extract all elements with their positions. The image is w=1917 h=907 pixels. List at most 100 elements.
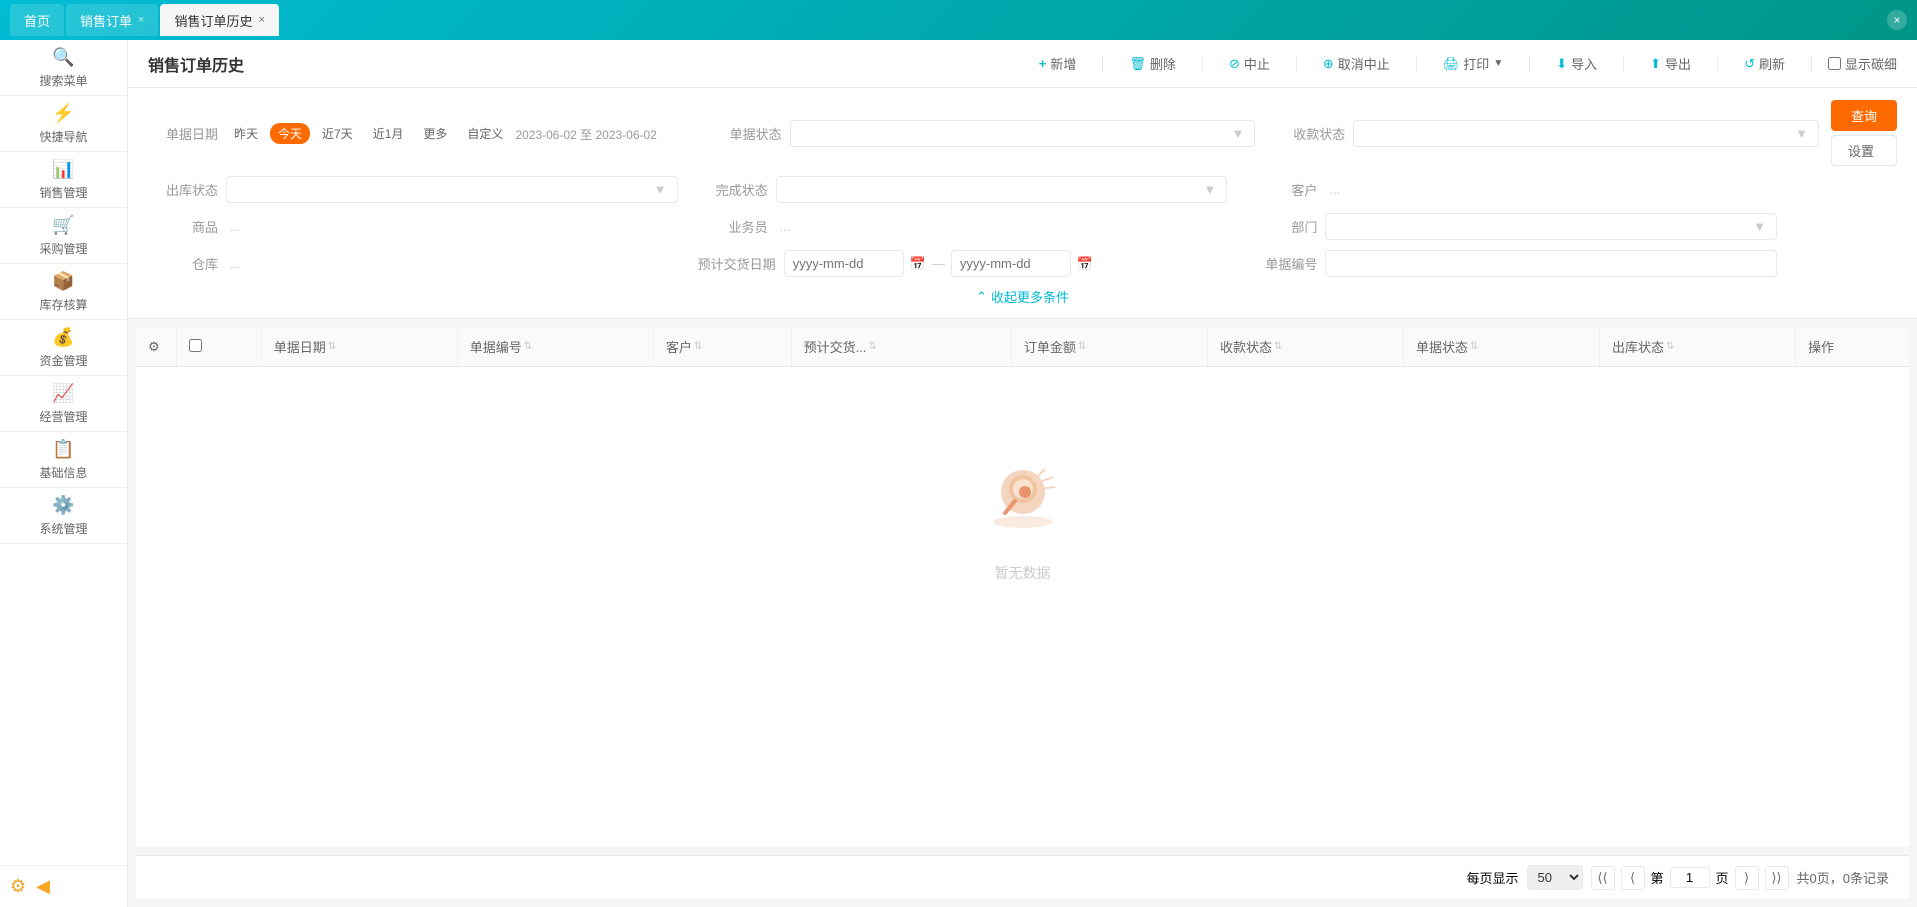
query-button[interactable]: 查询 bbox=[1831, 100, 1897, 131]
sidebar-item-basic-info[interactable]: 📋 基础信息 bbox=[0, 432, 127, 488]
salesperson-label: 业务员 bbox=[698, 217, 768, 236]
sidebar-item-sales[interactable]: 📊 销售管理 bbox=[0, 152, 127, 208]
settings-bottom-icon[interactable]: ⚙ bbox=[10, 876, 26, 897]
sidebar-item-operations[interactable]: 📈 经营管理 bbox=[0, 376, 127, 432]
add-icon: + bbox=[1039, 56, 1047, 71]
print-button[interactable]: 🖨 打印 ▼ bbox=[1433, 49, 1513, 78]
payment-status-select[interactable]: ▼ bbox=[1353, 120, 1819, 147]
th-outbound-status[interactable]: 出库状态 ⇅ bbox=[1600, 327, 1796, 367]
th-customer[interactable]: 客户 ⇅ bbox=[653, 327, 791, 367]
sort-delivery-date-icon: ⇅ bbox=[868, 341, 876, 352]
department-value: ▼ bbox=[1325, 213, 1777, 240]
delete-icon: 🗑 bbox=[1129, 56, 1146, 72]
delivery-date-end[interactable] bbox=[951, 250, 1071, 277]
outbound-select[interactable]: ▼ bbox=[226, 176, 678, 203]
tab-sales-order[interactable]: 销售订单 × bbox=[66, 4, 158, 36]
delivery-date-value: 📅 — 📅 bbox=[784, 250, 1228, 277]
th-order-amount-label: 订单金额 bbox=[1024, 337, 1076, 356]
complete-status-select[interactable]: ▼ bbox=[776, 176, 1228, 203]
quicknav-icon: ⚡ bbox=[52, 103, 74, 124]
prev-page-button[interactable]: ⟨ bbox=[1621, 866, 1645, 890]
outbound-label: 出库状态 bbox=[148, 180, 218, 199]
th-payment-status-label: 收款状态 bbox=[1220, 337, 1272, 356]
th-doc-date-label: 单据日期 bbox=[274, 337, 326, 356]
import-button[interactable]: ⬇ 导入 bbox=[1546, 49, 1607, 78]
divider-2 bbox=[1202, 56, 1203, 72]
sidebar-item-purchase[interactable]: 🛒 采购管理 bbox=[0, 208, 127, 264]
sidebar-item-search[interactable]: 🔍 搜索菜单 bbox=[0, 40, 127, 96]
page-size-select[interactable]: 50 100 200 bbox=[1527, 865, 1583, 890]
warehouse-ellipsis[interactable]: ... bbox=[226, 256, 245, 271]
settings-gear-col[interactable]: ⚙ bbox=[136, 327, 176, 367]
next-page-button[interactable]: ⟩ bbox=[1735, 866, 1759, 890]
display-col-checkbox[interactable] bbox=[1828, 57, 1841, 70]
filter-group-order-status: 单据状态 ▼ bbox=[712, 120, 1256, 147]
setting-label: 设置 bbox=[1848, 141, 1874, 160]
date-tab-1month[interactable]: 近1月 bbox=[365, 123, 412, 144]
customer-ellipsis[interactable]: ... bbox=[1325, 182, 1344, 197]
outbound-value: ▼ bbox=[226, 176, 678, 203]
th-payment-status[interactable]: 收款状态 ⇅ bbox=[1207, 327, 1403, 367]
doc-number-input[interactable] bbox=[1325, 250, 1777, 277]
th-outbound-status-label: 出库状态 bbox=[1612, 337, 1664, 356]
product-ellipsis[interactable]: ... bbox=[226, 219, 245, 234]
export-icon: ⬆ bbox=[1650, 56, 1661, 72]
sidebar-item-system[interactable]: ⚙️ 系统管理 bbox=[0, 488, 127, 544]
date-tab-yesterday[interactable]: 昨天 bbox=[226, 123, 266, 144]
collapse-sidebar-icon[interactable]: ◀ bbox=[36, 876, 50, 897]
tab-sales-history[interactable]: 销售订单历史 × bbox=[160, 4, 278, 36]
divider-6 bbox=[1623, 56, 1624, 72]
payment-status-value: ▼ bbox=[1353, 120, 1819, 147]
th-doc-status[interactable]: 单据状态 ⇅ bbox=[1404, 327, 1600, 367]
complete-status-label: 完成状态 bbox=[698, 180, 768, 199]
date-tab-custom[interactable]: 自定义 bbox=[459, 123, 511, 144]
calendar-start-icon[interactable]: 📅 bbox=[910, 256, 926, 272]
th-operations: 操作 bbox=[1796, 327, 1909, 367]
refresh-button[interactable]: ↺ 刷新 bbox=[1734, 49, 1795, 78]
tab-sales-order-close[interactable]: × bbox=[138, 14, 144, 26]
add-button[interactable]: + 新增 bbox=[1029, 49, 1087, 78]
sidebar-item-quicknav[interactable]: ⚡ 快捷导航 bbox=[0, 96, 127, 152]
calendar-end-icon[interactable]: 📅 bbox=[1077, 256, 1093, 272]
first-page-button[interactable]: ⟨⟨ bbox=[1591, 866, 1615, 890]
display-col-toggle[interactable]: 显示碳细 bbox=[1828, 54, 1897, 73]
setting-button[interactable]: 设置 bbox=[1831, 135, 1897, 166]
top-bar: 首页 销售订单 × 销售订单历史 × × bbox=[0, 0, 1917, 40]
operations-icon: 📈 bbox=[52, 383, 74, 404]
sidebar-item-finance[interactable]: 💰 资金管理 bbox=[0, 320, 127, 376]
date-tab-today[interactable]: 今天 bbox=[270, 123, 310, 144]
tab-home[interactable]: 首页 bbox=[10, 4, 64, 36]
print-arrow-icon: ▼ bbox=[1493, 58, 1503, 69]
last-page-button[interactable]: ⟩⟩ bbox=[1765, 866, 1789, 890]
th-delivery-date[interactable]: 预计交货... ⇅ bbox=[791, 327, 1011, 367]
filter-group-department: 部门 ▼ bbox=[1247, 213, 1777, 240]
th-delivery-date-label: 预计交货... bbox=[804, 337, 867, 356]
th-doc-date[interactable]: 单据日期 ⇅ bbox=[261, 327, 457, 367]
doc-number-value bbox=[1325, 250, 1777, 277]
product-label: 商品 bbox=[148, 217, 218, 236]
select-all-checkbox[interactable] bbox=[189, 339, 202, 352]
tab-sales-history-close[interactable]: × bbox=[258, 14, 264, 26]
delivery-date-start[interactable] bbox=[784, 250, 904, 277]
delete-button[interactable]: 🗑 删除 bbox=[1119, 49, 1186, 78]
page-input[interactable] bbox=[1670, 867, 1710, 888]
th-order-amount[interactable]: 订单金额 ⇅ bbox=[1011, 327, 1207, 367]
th-doc-number[interactable]: 单据编号 ⇅ bbox=[457, 327, 653, 367]
cancel-stop-button[interactable]: ⊕ 取消中止 bbox=[1313, 49, 1400, 78]
order-status-label: 单据状态 bbox=[712, 124, 782, 143]
filter-group-warehouse: 仓库 ... bbox=[148, 254, 678, 273]
export-button[interactable]: ⬆ 导出 bbox=[1640, 49, 1701, 78]
order-status-select[interactable]: ▼ bbox=[790, 120, 1256, 147]
collapse-button[interactable]: ⌃ 收起更多条件 bbox=[976, 287, 1069, 306]
th-checkbox[interactable] bbox=[176, 327, 261, 367]
sidebar-item-quicknav-label: 快捷导航 bbox=[39, 128, 87, 145]
department-select[interactable]: ▼ bbox=[1325, 213, 1777, 240]
salesperson-ellipsis[interactable]: ... bbox=[776, 219, 795, 234]
stop-button[interactable]: ⊘ 中止 bbox=[1219, 49, 1280, 78]
sidebar-item-inventory[interactable]: 📦 库存核算 bbox=[0, 264, 127, 320]
window-close-button[interactable]: × bbox=[1887, 10, 1907, 30]
date-tab-more[interactable]: 更多 bbox=[415, 123, 455, 144]
basic-info-icon: 📋 bbox=[52, 439, 74, 460]
date-tab-7days[interactable]: 近7天 bbox=[314, 123, 361, 144]
outbound-chevron: ▼ bbox=[654, 182, 667, 197]
